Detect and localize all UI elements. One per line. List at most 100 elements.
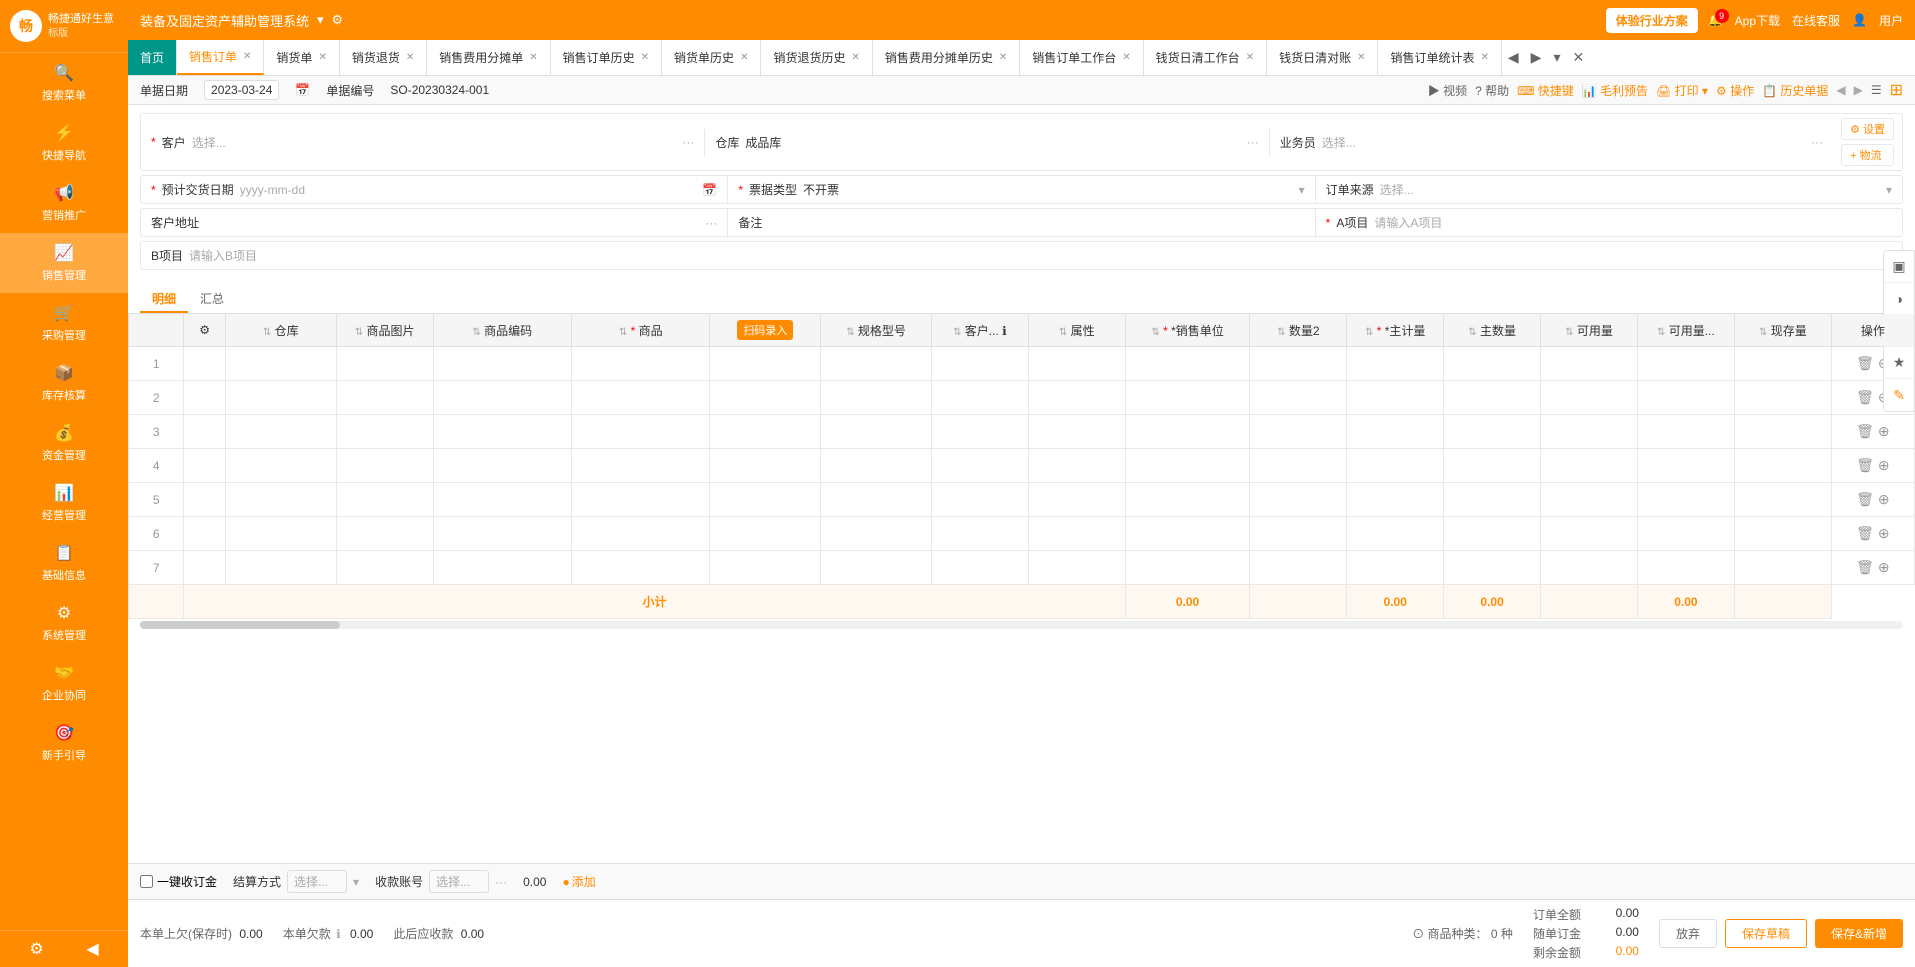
tab-expense-history[interactable]: 销售费用分摊单历史 ✕	[873, 40, 1020, 75]
rfi-icon-2[interactable]: ◑	[1884, 283, 1914, 315]
row-customer-code[interactable]	[931, 449, 1028, 483]
row-spec[interactable]	[821, 483, 932, 517]
tab-close-icon[interactable]: ✕	[243, 51, 251, 62]
aproject-input[interactable]: 请输入A项目	[1374, 214, 1892, 231]
tab-close-icon[interactable]: ✕	[740, 52, 748, 63]
scan-button[interactable]: 扫码录入	[737, 320, 793, 340]
tab-close-icon[interactable]: ✕	[641, 52, 649, 63]
nav-next-icon[interactable]: ▶	[1854, 83, 1863, 97]
row-qty2[interactable]	[1250, 483, 1347, 517]
row-sales-unit[interactable]	[1125, 415, 1250, 449]
table-row[interactable]: 7 🗑 ⊕	[129, 551, 1915, 585]
tab-close-icon[interactable]: ✕	[1122, 52, 1130, 63]
delete-icon[interactable]: 🗑	[1856, 457, 1874, 474]
tab-close-icon[interactable]: ✕	[1246, 52, 1254, 63]
settings-icon[interactable]: ⚙	[29, 939, 43, 959]
delete-icon[interactable]: 🗑	[1856, 389, 1874, 406]
customer-input[interactable]: 选择...	[192, 134, 677, 151]
row-attribute[interactable]	[1028, 483, 1125, 517]
copy-icon[interactable]: ⊕	[1878, 559, 1890, 576]
row-warehouse[interactable]	[225, 449, 336, 483]
sidebar-item-operations[interactable]: 📊 经营管理	[0, 473, 128, 533]
table-row[interactable]: 2 🗑 ⊕	[129, 381, 1915, 415]
row-product[interactable]	[572, 381, 710, 415]
settings-gear-icon[interactable]: ⚙	[332, 12, 344, 28]
industry-btn[interactable]: 体验行业方案	[1606, 8, 1698, 33]
operation-btn[interactable]: ⚙ 操作	[1716, 82, 1754, 99]
tab-close-icon[interactable]: ✕	[406, 52, 414, 63]
tab-home[interactable]: 首页	[128, 40, 177, 75]
app-download[interactable]: App下载	[1735, 12, 1780, 29]
tab-reconcile[interactable]: 钱货日清对账 ✕	[1267, 40, 1378, 75]
copy-icon[interactable]: ⊕	[1878, 525, 1890, 542]
delete-icon[interactable]: 🗑	[1856, 491, 1874, 508]
notification-badge[interactable]: 🔔 9	[1708, 13, 1723, 27]
copy-icon[interactable]: ⊕	[1878, 423, 1890, 440]
account-more-icon[interactable]: ···	[495, 875, 507, 889]
delete-icon[interactable]: 🗑	[1856, 423, 1874, 440]
profit-btn[interactable]: 📊 毛利预告	[1582, 82, 1648, 99]
row-product-code[interactable]	[433, 415, 571, 449]
invoice-value[interactable]: 不开票	[803, 181, 1293, 198]
row-warehouse[interactable]	[225, 381, 336, 415]
tab-close-icon[interactable]: ✕	[851, 52, 859, 63]
row-product-code[interactable]	[433, 517, 571, 551]
help-btn[interactable]: ? 帮助	[1475, 82, 1509, 99]
tab-next-btn[interactable]: ▶	[1525, 40, 1548, 75]
invoice-dropdown-icon[interactable]: ▾	[1299, 183, 1305, 197]
row-main-qty[interactable]	[1444, 347, 1541, 381]
row-product[interactable]	[572, 551, 710, 585]
row-attribute[interactable]	[1028, 347, 1125, 381]
tab-prev-btn[interactable]: ◀	[1502, 40, 1525, 75]
tab-close-all-btn[interactable]: ✕	[1566, 40, 1590, 75]
tab-order-history[interactable]: 销售订单历史 ✕	[551, 40, 662, 75]
th-scan[interactable]: 扫码录入	[710, 314, 821, 347]
tab-close-icon[interactable]: ✕	[529, 52, 537, 63]
calendar-icon[interactable]: 📅	[295, 83, 310, 97]
save-new-button[interactable]: 保存&新增	[1815, 919, 1903, 948]
row-main-qty[interactable]	[1444, 551, 1541, 585]
row-sales-unit[interactable]	[1125, 381, 1250, 415]
order-source-input[interactable]: 选择...	[1380, 181, 1880, 198]
row-customer-code[interactable]	[931, 415, 1028, 449]
row-product[interactable]	[572, 415, 710, 449]
row-main-qty[interactable]	[1444, 381, 1541, 415]
tab-stats[interactable]: 销售订单统计表 ✕	[1378, 40, 1501, 75]
sidebar-item-guide[interactable]: 🎯 新手引导	[0, 713, 128, 773]
delivery-input[interactable]: yyyy-mm-dd	[240, 183, 697, 197]
table-row[interactable]: 4 🗑 ⊕	[129, 449, 1915, 483]
row-customer-code[interactable]	[931, 551, 1028, 585]
row-attribute[interactable]	[1028, 449, 1125, 483]
row-product-code[interactable]	[433, 381, 571, 415]
delivery-calendar-icon[interactable]: 📅	[702, 183, 717, 197]
row-warehouse[interactable]	[225, 551, 336, 585]
row-qty2[interactable]	[1250, 551, 1347, 585]
sidebar-item-inventory[interactable]: 📦 库存核算	[0, 353, 128, 413]
row-spec[interactable]	[821, 449, 932, 483]
date-value[interactable]: 2023-03-24	[204, 80, 279, 100]
online-service[interactable]: 在线客服	[1792, 12, 1840, 29]
row-product[interactable]	[572, 517, 710, 551]
table-row[interactable]: 5 🗑 ⊕	[129, 483, 1915, 517]
row-product-code[interactable]	[433, 449, 571, 483]
tab-sales-order[interactable]: 销售订单 ✕	[177, 40, 264, 75]
sidebar-item-system[interactable]: ⚙ 系统管理	[0, 593, 128, 653]
collapse-icon[interactable]: ◀	[86, 939, 98, 959]
dropdown-arrow[interactable]: ▾	[317, 12, 324, 28]
row-sales-unit[interactable]	[1125, 347, 1250, 381]
row-spec[interactable]	[821, 517, 932, 551]
scrollbar-thumb[interactable]	[140, 621, 340, 629]
table-row[interactable]: 1 🗑 ⊕	[129, 347, 1915, 381]
sidebar-item-finance[interactable]: 💰 资金管理	[0, 413, 128, 473]
row-product[interactable]	[572, 483, 710, 517]
sidebar-item-sales[interactable]: 📈 销售管理	[0, 233, 128, 293]
sidebar-item-quicknav[interactable]: ⚡ 快捷导航	[0, 113, 128, 173]
sidebar-item-marketing[interactable]: 📢 营销推广	[0, 173, 128, 233]
delete-icon[interactable]: 🗑	[1856, 525, 1874, 542]
warehouse-value[interactable]: 成品库	[745, 134, 1240, 151]
horizontal-scrollbar[interactable]	[140, 621, 1903, 629]
row-warehouse[interactable]	[225, 483, 336, 517]
row-main-qty[interactable]	[1444, 483, 1541, 517]
tab-close-icon[interactable]: ✕	[1357, 52, 1365, 63]
th-gear[interactable]: ⚙	[184, 314, 226, 347]
